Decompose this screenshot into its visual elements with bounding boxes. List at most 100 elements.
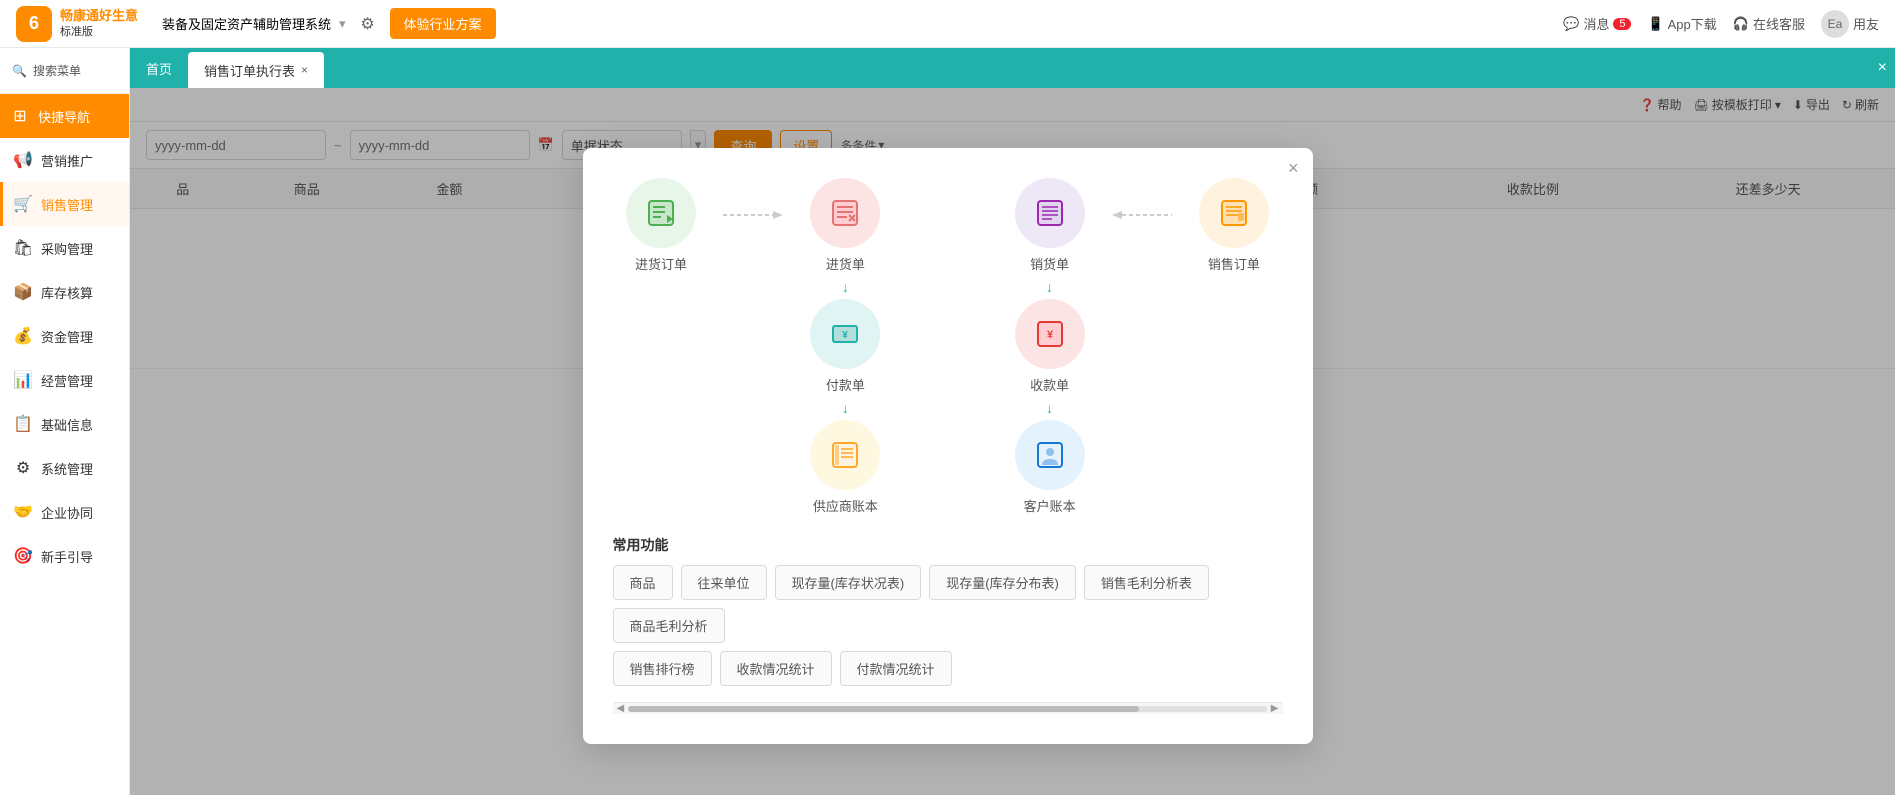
- flow-payment-bill: ¥ 付款单: [810, 299, 880, 394]
- svg-text:¥: ¥: [1047, 329, 1054, 341]
- sales-bill-label: 销货单: [1030, 254, 1069, 273]
- sidebar-item-sales[interactable]: 🛒 销售管理: [0, 182, 129, 226]
- payment-bill-label: 付款单: [826, 375, 865, 394]
- sidebar-item-basic[interactable]: 📋 基础信息: [0, 402, 129, 446]
- tab-sales-exec[interactable]: 销售订单执行表 ×: [188, 52, 324, 88]
- common-funcs-section: 常用功能 商品 往来单位 现存量(库存状况表) 现存量(库存分布表) 销售毛利分…: [613, 535, 1283, 686]
- system-title: 装备及固定资产辅助管理系统: [162, 14, 331, 33]
- system-icon: ⚙: [13, 458, 33, 478]
- payment-bill-icon: ¥: [810, 299, 880, 369]
- flow-row-1: 进货订单 进货单: [613, 178, 1283, 273]
- down-arrow-purchase: ↓: [810, 277, 880, 297]
- flow-purchase-order: 进货订单: [626, 178, 696, 273]
- func-btn-goods-profit[interactable]: 商品毛利分析: [613, 608, 725, 643]
- sidebar-item-guide[interactable]: 🎯 新手引导: [0, 534, 129, 578]
- sidebar: 🔍 搜索菜单 ⊞ 快捷导航 📢 营销推广 🛒 销售管理 🛍: [0, 48, 130, 795]
- purchase-bill-label: 进货单: [826, 254, 865, 273]
- func-btn-receipt-stats[interactable]: 收款情况统计: [720, 651, 832, 686]
- system-name: 装备及固定资产辅助管理系统 ▾ ⚙ 体验行业方案: [146, 8, 1563, 39]
- arrow-down-row-2: ↓ ↓: [613, 398, 1283, 418]
- func-btn-stock-status[interactable]: 现存量(库存状况表): [775, 565, 922, 600]
- quick-nav-icon: ⊞: [10, 106, 30, 126]
- sidebar-search-area: 🔍 搜索菜单: [0, 48, 129, 94]
- sidebar-item-operation[interactable]: 📊 经营管理: [0, 358, 129, 402]
- marketing-icon: 📢: [13, 150, 33, 170]
- gear-button[interactable]: ⚙: [354, 10, 382, 38]
- app-download-button[interactable]: 📱 App下载: [1647, 14, 1716, 33]
- scroll-left-arrow[interactable]: ◀: [617, 703, 625, 714]
- common-funcs-title: 常用功能: [613, 535, 1283, 555]
- scroll-right-arrow[interactable]: ▶: [1271, 703, 1279, 714]
- flow-receipt-bill: ¥ 收款单: [1015, 299, 1085, 394]
- online-service-button[interactable]: 🎧 在线客服: [1733, 14, 1805, 33]
- download-icon: 📱: [1647, 16, 1663, 32]
- flow-row-2: ¥ 付款单 ¥ 收款单: [613, 299, 1283, 394]
- sidebar-nav: ⊞ 快捷导航 📢 营销推广 🛒 销售管理 🛍 采购管理 📦 库存核算: [0, 94, 129, 795]
- tab-home[interactable]: 首页: [130, 48, 188, 88]
- sidebar-item-system[interactable]: ⚙ 系统管理: [0, 446, 129, 490]
- flow-supplier-ledger: 供应商账本: [810, 420, 880, 515]
- sales-order-icon: [1199, 178, 1269, 248]
- system-dropdown-icon[interactable]: ▾: [339, 16, 346, 32]
- func-btn-contacts[interactable]: 往来单位: [681, 565, 767, 600]
- service-icon: 🎧: [1733, 16, 1749, 32]
- app-wrapper: 6 畅康通好生意 标准版 装备及固定资产辅助管理系统 ▾ ⚙ 体验行业方案 💬 …: [0, 0, 1895, 795]
- sidebar-item-purchase[interactable]: 🛍 采购管理: [0, 226, 129, 270]
- popup-close-button[interactable]: ×: [1288, 158, 1299, 179]
- logo-icon: 6: [16, 6, 52, 42]
- arrow-left-1: [1112, 208, 1172, 244]
- flow-row-3: 供应商账本 客户账本: [613, 420, 1283, 515]
- purchase-bill-icon: [810, 178, 880, 248]
- operation-icon: 📊: [13, 370, 33, 390]
- popup-scrollbar[interactable]: ◀ ▶: [613, 702, 1283, 714]
- func-btn-sales-profit[interactable]: 销售毛利分析表: [1084, 565, 1209, 600]
- arrow-right-1: [723, 208, 783, 244]
- inventory-icon: 📦: [13, 282, 33, 302]
- receipt-bill-icon: ¥: [1015, 299, 1085, 369]
- sidebar-item-enterprise[interactable]: 🤝 企业协同: [0, 490, 129, 534]
- top-bar: 6 畅康通好生意 标准版 装备及固定资产辅助管理系统 ▾ ⚙ 体验行业方案 💬 …: [0, 0, 1895, 48]
- main-area: 🔍 搜索菜单 ⊞ 快捷导航 📢 营销推广 🛒 销售管理 🛍: [0, 48, 1895, 795]
- flow-sales-bill: 销货单: [1015, 178, 1085, 273]
- supplier-ledger-label: 供应商账本: [813, 496, 878, 515]
- message-button[interactable]: 💬 消息 5: [1563, 14, 1631, 33]
- search-menu-button[interactable]: 🔍 搜索菜单: [8, 58, 121, 83]
- user-avatar-area[interactable]: Ea 用友: [1821, 10, 1879, 38]
- func-btn-goods[interactable]: 商品: [613, 565, 673, 600]
- scroll-thumb[interactable]: [628, 706, 1139, 712]
- popup-card: × 进货订单: [583, 148, 1313, 744]
- basic-icon: 📋: [13, 414, 33, 434]
- top-right: 💬 消息 5 📱 App下载 🎧 在线客服 Ea 用友: [1563, 10, 1879, 38]
- func-btns-row-1: 商品 往来单位 现存量(库存状况表) 现存量(库存分布表) 销售毛利分析表 商品…: [613, 565, 1283, 643]
- flow-purchase-bill: 进货单: [810, 178, 880, 273]
- sidebar-item-finance[interactable]: 💰 资金管理: [0, 314, 129, 358]
- content-panel: ❓ 帮助 🖨 按模板打印 ▾ ⬇ 导出 ↻ 刷新: [130, 88, 1895, 795]
- sales-order-label: 销售订单: [1208, 254, 1260, 273]
- down-arrow-payment: ↓: [810, 398, 880, 418]
- down-arrow-sales: ↓: [1015, 277, 1085, 297]
- tab-close-icon[interactable]: ×: [301, 63, 308, 77]
- func-btn-sales-rank[interactable]: 销售排行榜: [613, 651, 712, 686]
- flow-overlay: × 进货订单: [130, 88, 1895, 795]
- sidebar-item-marketing[interactable]: 📢 营销推广: [0, 138, 129, 182]
- func-btn-payment-stats[interactable]: 付款情况统计: [840, 651, 952, 686]
- window-close-button[interactable]: ×: [1878, 59, 1887, 77]
- guide-icon: 🎯: [13, 546, 33, 566]
- flow-sales-order: 销售订单: [1199, 178, 1269, 273]
- sidebar-item-inventory[interactable]: 📦 库存核算: [0, 270, 129, 314]
- logo-main: 畅康通好生意: [60, 8, 138, 25]
- tabs-bar: 首页 销售订单执行表 × ×: [130, 48, 1895, 88]
- enterprise-icon: 🤝: [13, 502, 33, 522]
- logo-text: 畅康通好生意 标准版: [60, 8, 138, 39]
- customer-ledger-label: 客户账本: [1024, 496, 1076, 515]
- arrow-down-row-1: ↓ ↓: [613, 277, 1283, 297]
- purchase-icon: 🛍: [13, 238, 33, 258]
- search-icon: 🔍: [12, 64, 27, 78]
- sidebar-item-quick-nav[interactable]: ⊞ 快捷导航: [0, 94, 129, 138]
- purchase-order-icon: [626, 178, 696, 248]
- func-btn-stock-dist[interactable]: 现存量(库存分布表): [929, 565, 1076, 600]
- trial-button[interactable]: 体验行业方案: [390, 8, 496, 39]
- avatar: Ea: [1821, 10, 1849, 38]
- logo-area: 6 畅康通好生意 标准版: [16, 6, 146, 42]
- message-label: 消息: [1583, 14, 1609, 33]
